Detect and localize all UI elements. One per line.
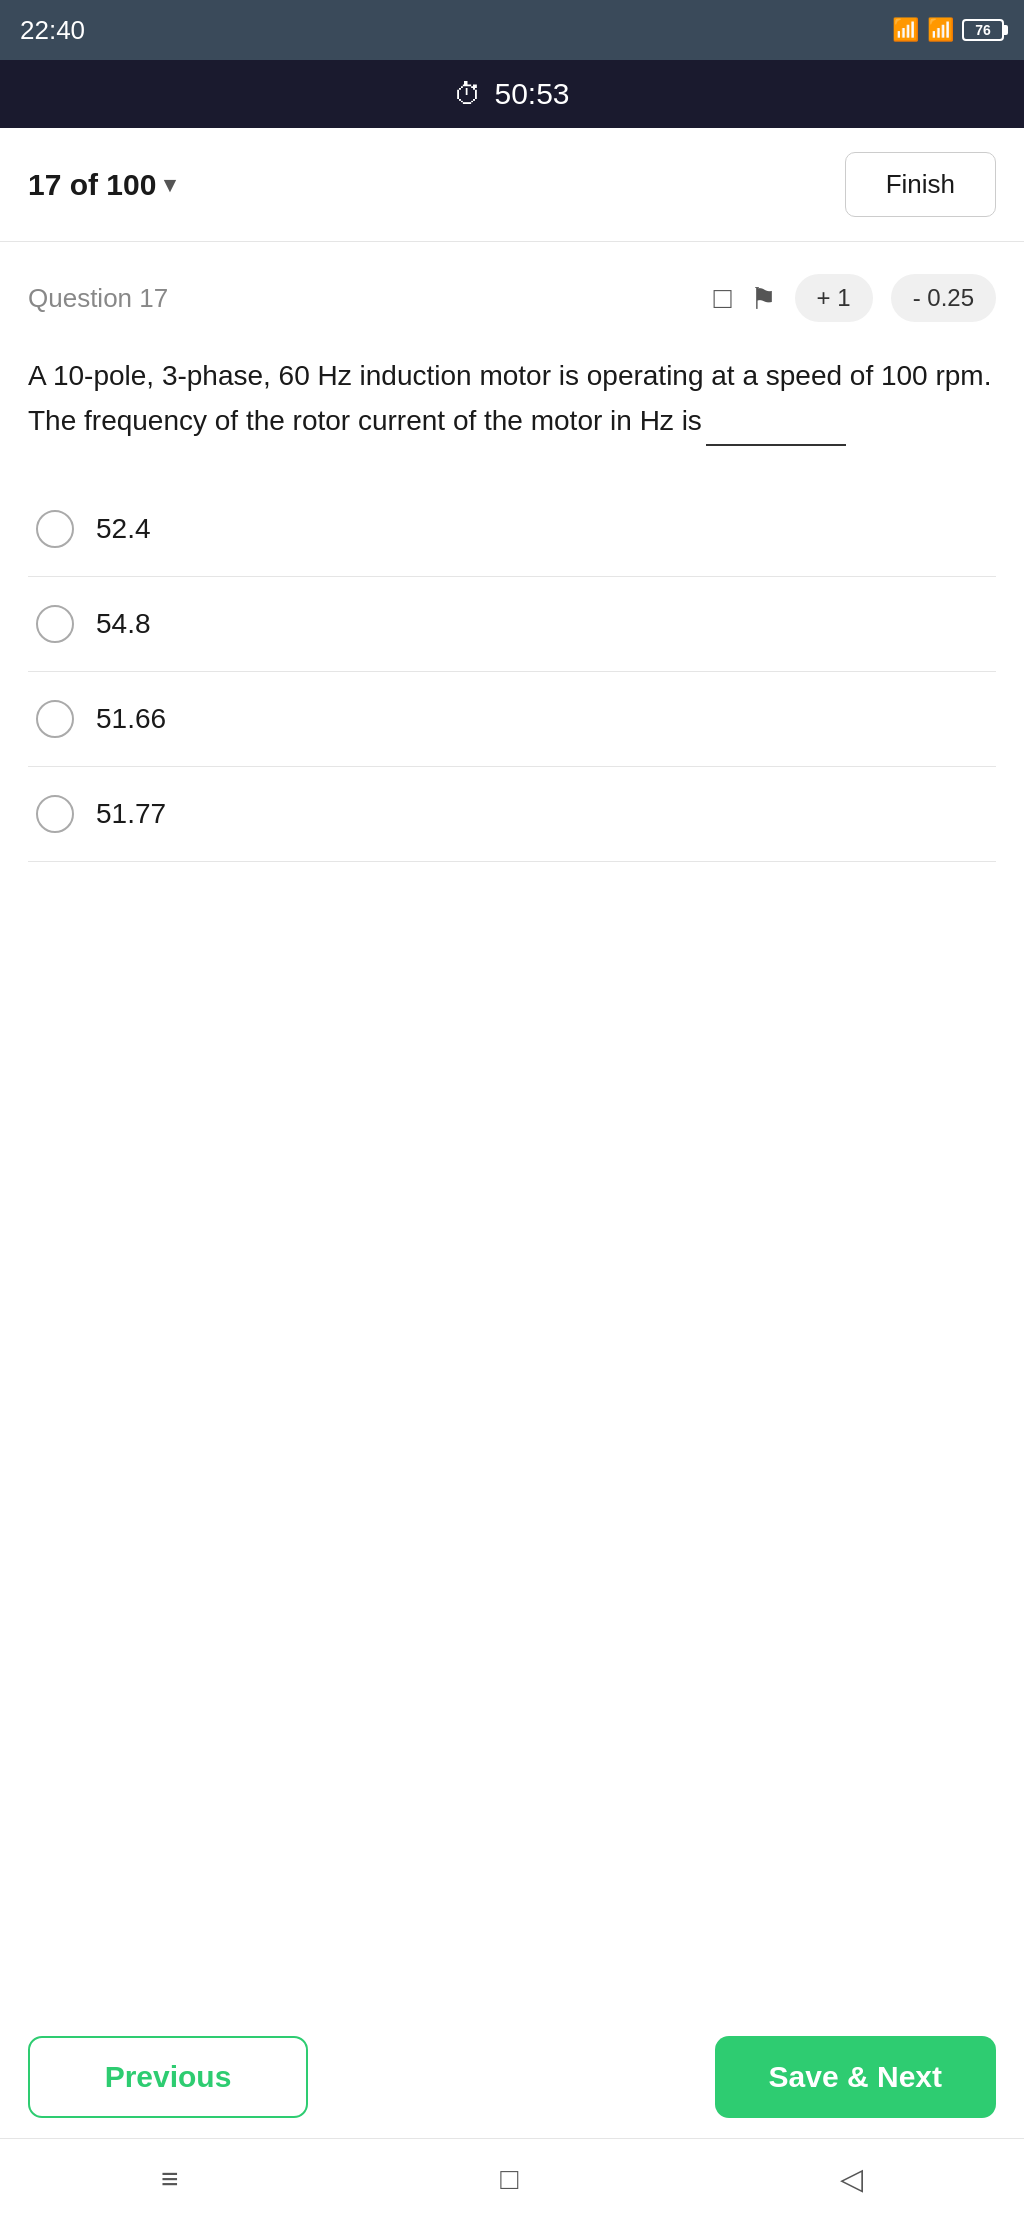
radio-b[interactable] (36, 605, 74, 643)
negative-score-badge: - 0.25 (891, 274, 996, 322)
previous-button[interactable]: Previous (28, 2036, 308, 2118)
positive-score-badge: + 1 (795, 274, 873, 322)
radio-c[interactable] (36, 700, 74, 738)
question-text: A 10-pole, 3-phase, 60 Hz induction moto… (28, 354, 996, 446)
option-item-a[interactable]: 52.4 (28, 482, 996, 577)
option-text-c: 51.66 (96, 703, 166, 735)
menu-icon[interactable]: ≡ (161, 2162, 179, 2196)
question-counter[interactable]: 17 of 100 ▾ (28, 168, 175, 202)
option-text-b: 54.8 (96, 608, 151, 640)
back-icon[interactable]: ◁ (840, 2161, 863, 2196)
radio-d[interactable] (36, 795, 74, 833)
timer-bar: ⏱ 50:53 (0, 60, 1024, 128)
save-next-button[interactable]: Save & Next (715, 2036, 996, 2118)
home-icon[interactable]: □ (500, 2162, 518, 2196)
question-label: Question 17 (28, 283, 168, 314)
finish-button[interactable]: Finish (845, 152, 996, 217)
question-area: Question 17 □ ⚑ + 1 - 0.25 A 10-pole, 3-… (0, 242, 1024, 1086)
option-item-d[interactable]: 51.77 (28, 767, 996, 862)
options-list: 52.4 54.8 51.66 51.77 (28, 482, 996, 862)
question-header: Question 17 □ ⚑ + 1 - 0.25 (28, 274, 996, 322)
signal-icon: 📶 (927, 17, 954, 43)
option-item-b[interactable]: 54.8 (28, 577, 996, 672)
timer-icon: ⏱ (454, 78, 482, 111)
option-text-d: 51.77 (96, 798, 166, 830)
radio-a[interactable] (36, 510, 74, 548)
flag-icon[interactable]: ⚑ (750, 281, 777, 316)
counter-text: 17 of 100 (28, 168, 156, 202)
question-actions: □ ⚑ + 1 - 0.25 (713, 274, 996, 322)
option-text-a: 52.4 (96, 513, 151, 545)
wifi-icon: 📶 (892, 17, 919, 43)
status-icons: 📶 📶 76 (892, 17, 1004, 43)
status-time: 22:40 (20, 15, 85, 46)
bookmark-icon[interactable]: □ (713, 281, 731, 315)
battery-icon: 76 (962, 19, 1004, 41)
timer-display: 50:53 (494, 77, 569, 111)
android-nav-bar: ≡ □ ◁ (0, 2138, 1024, 2218)
bottom-nav: Previous Save & Next (0, 2016, 1024, 2138)
status-bar: 22:40 📶 📶 76 (0, 0, 1024, 60)
option-item-c[interactable]: 51.66 (28, 672, 996, 767)
chevron-down-icon: ▾ (164, 172, 175, 198)
quiz-header: 17 of 100 ▾ Finish (0, 128, 1024, 242)
